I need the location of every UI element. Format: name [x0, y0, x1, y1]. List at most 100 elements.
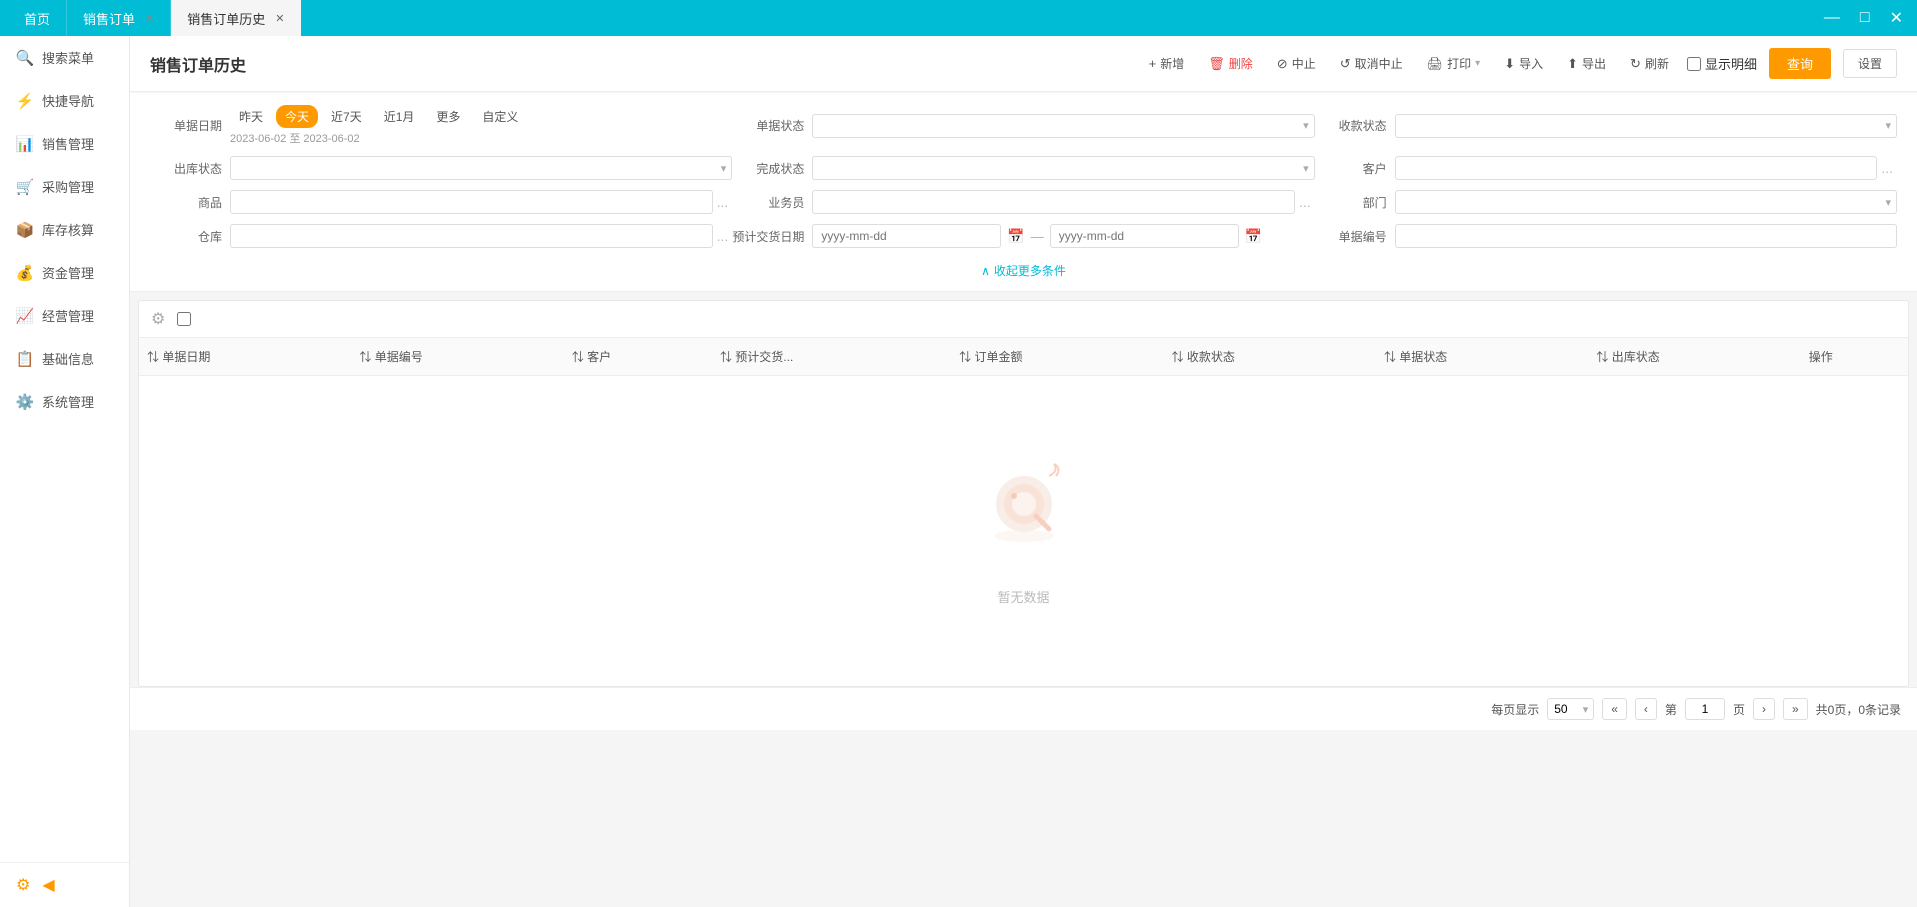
calendar-to-icon[interactable]: 📅 [1245, 228, 1262, 245]
sales-mgmt-icon: 📊 [16, 135, 34, 153]
warehouse-input[interactable] [230, 224, 713, 248]
last-page-button[interactable]: » [1783, 698, 1808, 720]
print-dropdown-icon[interactable]: ▾ [1475, 58, 1480, 69]
page-size-select[interactable]: 10 20 50 100 [1547, 698, 1594, 720]
base-info-icon: 📋 [16, 350, 34, 368]
tab-home[interactable]: 首页 [8, 0, 67, 36]
sidebar-item-finance[interactable]: 💰 资金管理 [0, 251, 129, 294]
salesperson-label: 业务员 [732, 194, 812, 211]
sidebar-item-search-menu[interactable]: 🔍 搜索菜单 [0, 36, 129, 79]
sidebar-item-inventory[interactable]: 📦 库存核算 [0, 208, 129, 251]
delete-label: 删除 [1229, 55, 1253, 72]
bill-no-input[interactable] [1395, 224, 1897, 248]
payment-status-label: 收款状态 [1315, 117, 1395, 134]
goods-dots[interactable]: ... [713, 194, 733, 210]
pagination: 每页显示 10 20 50 100 « ‹ 第 页 › » 共0页，0条记录 [130, 687, 1917, 730]
table-toolbar: ⚙ [139, 301, 1908, 338]
sidebar-settings-icon[interactable]: ⚙ [16, 875, 30, 895]
sidebar-item-inventory-label: 库存核算 [42, 220, 94, 239]
finance-icon: 💰 [16, 264, 34, 282]
empty-state-icon [974, 456, 1074, 575]
col-out-status-label: ⇅ 出库状态 [1596, 350, 1659, 364]
out-status-label: 出库状态 [150, 160, 230, 177]
payment-status-select[interactable] [1395, 114, 1897, 138]
topbar-close[interactable]: ✕ [1884, 6, 1909, 30]
select-all-checkbox[interactable] [177, 312, 191, 326]
col-bill-no-label: ⇅ 单据编号 [359, 350, 422, 364]
bill-status-select[interactable] [812, 114, 1314, 138]
tab-sales-order[interactable]: 销售订单 ✕ [67, 0, 171, 36]
tab-list: 首页 销售订单 ✕ 销售订单历史 ✕ [8, 0, 301, 36]
date-chip-1month[interactable]: 近1月 [375, 105, 424, 128]
salesperson-dots[interactable]: ... [1295, 194, 1315, 210]
topbar-minimize[interactable]: — [1818, 7, 1846, 29]
collapse-button[interactable]: ∧ 收起更多条件 [150, 258, 1897, 283]
date-chip-custom[interactable]: 自定义 [473, 105, 527, 128]
sidebar-item-purchase-mgmt[interactable]: 🛒 采购管理 [0, 165, 129, 208]
import-button[interactable]: ⬇ 导入 [1498, 51, 1549, 76]
delivery-date-to-input[interactable] [1050, 224, 1239, 248]
out-status-wrapper [230, 156, 732, 180]
topbar-right: — □ ✕ [1818, 6, 1909, 30]
total-text: 共0页，0条记录 [1816, 701, 1901, 718]
stop-button[interactable]: ⊘ 中止 [1271, 51, 1322, 76]
delete-button[interactable]: 🗑 删除 [1202, 51, 1259, 76]
date-chip-today[interactable]: 今天 [276, 105, 318, 128]
goods-input[interactable] [230, 190, 713, 214]
delivery-date-from-input[interactable] [812, 224, 1001, 248]
date-chip-more[interactable]: 更多 [427, 105, 469, 128]
display-detail-label: 显示明细 [1705, 54, 1757, 73]
first-page-button[interactable]: « [1602, 698, 1627, 720]
bill-status-wrapper [812, 114, 1314, 138]
sidebar-item-quick-nav[interactable]: ⚡ 快捷导航 [0, 79, 129, 122]
sidebar-item-system-mgmt[interactable]: ⚙️ 系统管理 [0, 380, 129, 423]
out-status-select[interactable] [230, 156, 732, 180]
empty-text: 暂无数据 [997, 587, 1049, 606]
warehouse-dots[interactable]: ... [713, 228, 733, 244]
goods-label: 商品 [150, 194, 230, 211]
query-button[interactable]: 查询 [1769, 48, 1831, 79]
warehouse-label: 仓库 [150, 228, 230, 245]
table-header-row: ⇅ 单据日期 ⇅ 单据编号 ⇅ 客户 ⇅ 预计交货... ⇅ 订单金额 [139, 338, 1908, 376]
dept-select[interactable] [1395, 190, 1897, 214]
date-chip-yesterday[interactable]: 昨天 [230, 105, 272, 128]
col-bill-status-label: ⇅ 单据状态 [1384, 350, 1447, 364]
sidebar-item-sales-mgmt[interactable]: 📊 销售管理 [0, 122, 129, 165]
goods-wrapper: ... [230, 190, 732, 214]
display-detail-wrapper: 显示明细 [1687, 54, 1757, 73]
customer-dots[interactable]: ... [1877, 160, 1897, 176]
complete-status-select[interactable] [812, 156, 1314, 180]
prev-page-button[interactable]: ‹ [1635, 698, 1657, 720]
print-icon: 🖨 [1427, 56, 1444, 72]
topbar-maximize[interactable]: □ [1854, 7, 1876, 29]
tab-sales-order-history[interactable]: 销售订单历史 ✕ [171, 0, 301, 36]
page-number-input[interactable] [1685, 698, 1725, 720]
salesperson-input[interactable] [812, 190, 1295, 214]
table-settings-icon[interactable]: ⚙ [151, 309, 165, 329]
new-button[interactable]: + 新增 [1143, 51, 1191, 76]
export-label: 导出 [1582, 55, 1606, 72]
customer-input[interactable] [1395, 156, 1878, 180]
cancel-stop-icon: ↺ [1340, 56, 1351, 72]
display-detail-checkbox[interactable] [1687, 57, 1701, 71]
col-action-label: 操作 [1809, 350, 1833, 364]
tab-sales-order-close[interactable]: ✕ [145, 12, 154, 25]
date-chip-7days[interactable]: 近7天 [322, 105, 371, 128]
sidebar-item-base-info-label: 基础信息 [42, 349, 94, 368]
sidebar-item-operations[interactable]: 📈 经营管理 [0, 294, 129, 337]
col-action: 操作 [1801, 338, 1908, 376]
toolbar: + 新增 🗑 删除 ⊘ 中止 ↺ 取消中止 🖨 打印 [1143, 48, 1897, 79]
next-page-button[interactable]: › [1753, 698, 1775, 720]
tab-sales-order-history-close[interactable]: ✕ [275, 12, 284, 25]
cancel-stop-button[interactable]: ↺ 取消中止 [1334, 51, 1409, 76]
export-button[interactable]: ⬆ 导出 [1561, 51, 1612, 76]
col-bill-status: ⇅ 单据状态 [1376, 338, 1588, 376]
import-icon: ⬇ [1504, 56, 1515, 72]
print-button[interactable]: 🖨 打印 ▾ [1421, 51, 1487, 76]
refresh-button[interactable]: ↻ 刷新 [1624, 51, 1675, 76]
setting-button[interactable]: 设置 [1843, 49, 1897, 78]
top-bar: 首页 销售订单 ✕ 销售订单历史 ✕ — □ ✕ [0, 0, 1917, 36]
calendar-from-icon[interactable]: 📅 [1007, 228, 1024, 245]
sidebar-collapse-icon[interactable]: ◀ [42, 875, 54, 895]
sidebar-item-base-info[interactable]: 📋 基础信息 [0, 337, 129, 380]
